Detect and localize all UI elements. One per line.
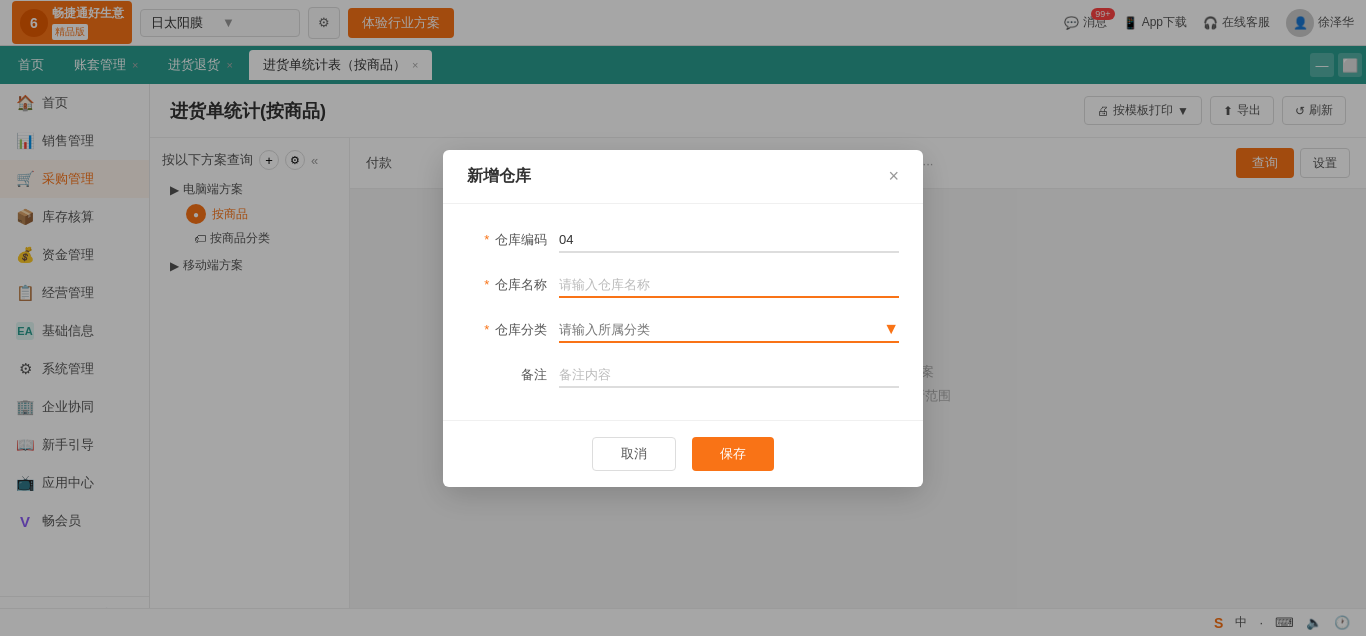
modal-body: * 仓库编码 * 仓库名称 * 仓库分类 (443, 204, 923, 420)
modal-close-button[interactable]: × (888, 167, 899, 185)
save-button[interactable]: 保存 (692, 437, 774, 471)
form-row-category: * 仓库分类 ▼ (467, 318, 899, 343)
category-select-wrap[interactable]: ▼ (559, 318, 899, 343)
remark-input[interactable] (559, 363, 899, 388)
cancel-button[interactable]: 取消 (592, 437, 676, 471)
warehouse-name-input[interactable] (559, 273, 899, 298)
remark-label: 备注 (467, 366, 547, 384)
form-row-remark: 备注 (467, 363, 899, 388)
category-input[interactable] (559, 318, 883, 341)
category-label: * 仓库分类 (467, 321, 547, 339)
form-row-code: * 仓库编码 (467, 228, 899, 253)
category-dropdown-icon[interactable]: ▼ (883, 320, 899, 338)
modal-backdrop[interactable]: 新增仓库 × * 仓库编码 * 仓库名称 (0, 0, 1366, 636)
name-label: * 仓库名称 (467, 276, 547, 294)
warehouse-code-input[interactable] (559, 228, 899, 253)
add-warehouse-modal: 新增仓库 × * 仓库编码 * 仓库名称 (443, 150, 923, 487)
code-label: * 仓库编码 (467, 231, 547, 249)
modal-footer: 取消 保存 (443, 420, 923, 487)
form-row-name: * 仓库名称 (467, 273, 899, 298)
modal-title: 新增仓库 (467, 166, 531, 187)
modal-header: 新增仓库 × (443, 150, 923, 204)
